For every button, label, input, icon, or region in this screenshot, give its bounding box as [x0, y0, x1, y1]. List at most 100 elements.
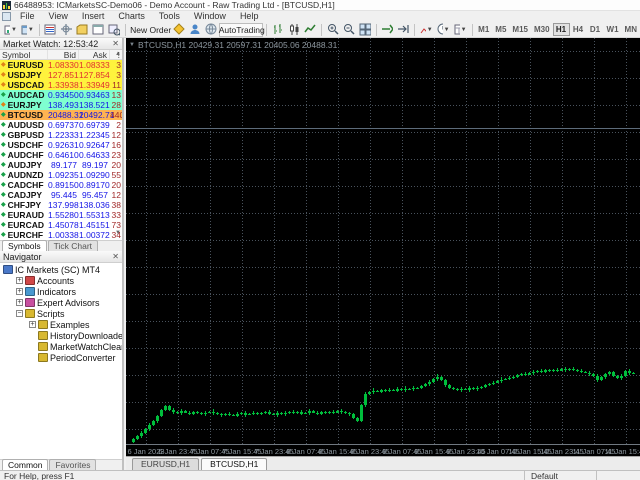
navigator-item-accounts[interactable]: + Accounts — [0, 275, 122, 286]
navigator-item-scripts[interactable]: − Scripts — [0, 308, 122, 319]
chart-shift-button[interactable] — [395, 23, 411, 37]
chart-tab-btcusd[interactable]: BTCUSD,H1 — [201, 458, 268, 470]
timeframe-h4[interactable]: H4 — [570, 23, 587, 36]
timeframe-m5[interactable]: M5 — [492, 23, 509, 36]
tab-symbols[interactable]: Symbols — [2, 240, 47, 251]
chart-tab-eurusd[interactable]: EURUSD,H1 — [132, 458, 200, 470]
menu-charts[interactable]: Charts — [111, 11, 152, 22]
templates-caret-icon[interactable]: ▼ — [461, 27, 467, 33]
market-watch-close-icon[interactable]: ✕ — [112, 39, 119, 48]
line-chart-type-button[interactable] — [302, 23, 318, 37]
data-window-toggle-button[interactable] — [58, 23, 74, 37]
menu-insert[interactable]: Insert — [75, 11, 112, 22]
timeframe-m15[interactable]: M15 — [509, 23, 531, 36]
collapse-icon[interactable]: − — [16, 310, 23, 317]
one-click-trading-icon[interactable]: ▼ — [129, 42, 135, 48]
market-watch-row-usdjpy[interactable]: ◆ USDJPY 127.851 127.854 3 — [0, 70, 122, 80]
chart-plot-area[interactable]: ▼ BTCUSD,H1 20429.31 20597.31 20405.06 2… — [126, 38, 640, 444]
column-bid[interactable]: Bid — [48, 50, 79, 60]
periods-button[interactable]: ▼ — [435, 23, 452, 37]
market-watch-row-chfjpy[interactable]: ◆ CHFJPY 137.998 138.036 38 — [0, 200, 122, 210]
market-watch-row-euraud[interactable]: ◆ EURAUD 1.55280 1.55313 33 — [0, 210, 122, 220]
market-watch-row-eurjpy[interactable]: ◆ EURJPY 138.493 138.521 28 — [0, 100, 122, 110]
symbol-cell: ◆ CADJPY — [1, 190, 43, 200]
bar-chart-type-button[interactable] — [270, 23, 286, 37]
scripts-icon — [25, 309, 35, 318]
profiles-button[interactable]: ▼ — [19, 23, 36, 37]
auto-scroll-button[interactable] — [379, 23, 395, 37]
new-chart-caret-icon[interactable]: ▼ — [11, 27, 17, 33]
market-watch-row-usdchf[interactable]: ◆ USDCHF 0.92631 0.92647 16 — [0, 140, 122, 150]
templates-button[interactable]: ▼ — [452, 23, 469, 37]
market-watch-row-audcad[interactable]: ◆ AUDCAD 0.93450 0.93463 13 — [0, 90, 122, 100]
timeframe-mn[interactable]: MN — [622, 23, 640, 36]
market-watch-row-eurusd[interactable]: ◆ EURUSD 1.08330 1.08333 3 — [0, 60, 122, 70]
menu-tools[interactable]: Tools — [152, 11, 187, 22]
chart-window-icon[interactable] — [2, 12, 11, 21]
market-watch-toggle-button[interactable] — [42, 23, 58, 37]
periods-caret-icon[interactable]: ▼ — [444, 27, 450, 33]
navigator-item-indicators[interactable]: + Indicators — [0, 286, 122, 297]
strategy-tester-toggle-button[interactable] — [106, 23, 122, 37]
navigator-item-marketwatchcleaner[interactable]: MarketWatchCleaner — [0, 341, 122, 352]
market-watch-row-audchf[interactable]: ◆ AUDCHF 0.64610 0.64633 23 — [0, 150, 122, 160]
timeframe-m1[interactable]: M1 — [475, 23, 492, 36]
zoom-in-button[interactable] — [325, 23, 341, 37]
status-profile[interactable]: Default — [524, 471, 596, 480]
market-watch-row-cadjpy[interactable]: ◆ CADJPY 95.445 95.457 12 — [0, 190, 122, 200]
indicators-button[interactable]: ▼ — [418, 23, 435, 37]
navigator-item-examples[interactable]: + Examples — [0, 319, 122, 330]
market-watch-row-audjpy[interactable]: ◆ AUDJPY 89.177 89.197 20 — [0, 160, 122, 170]
expand-icon[interactable]: + — [16, 277, 23, 284]
market-watch-row-audusd[interactable]: ◆ AUDUSD 0.69737 0.69739 2 — [0, 120, 122, 130]
autotrading-button[interactable]: AutoTrading — [219, 22, 265, 37]
menu-view[interactable]: View — [42, 11, 75, 22]
timeframe-d1[interactable]: D1 — [587, 23, 604, 36]
navigator-toggle-button[interactable] — [74, 23, 90, 37]
candle-body — [472, 388, 475, 389]
candle-body — [176, 412, 179, 413]
chart-time-axis[interactable]: 6 Jan 2023 6 Jan 23:45 7 Jan 07:45 7 Jan 15… — [126, 444, 640, 456]
new-order-button[interactable]: New Order — [129, 23, 171, 37]
candle-body — [232, 415, 235, 416]
menu-file[interactable]: File — [13, 11, 42, 22]
navigator-close-icon[interactable]: ✕ — [112, 252, 119, 261]
navigator-item-expert-advisors[interactable]: + Expert Advisors — [0, 297, 122, 308]
scroll-down-icon[interactable]: ▼ — [115, 230, 121, 236]
scroll-up-icon[interactable]: ▲ — [115, 51, 121, 57]
timeframe-m30[interactable]: M30 — [531, 23, 553, 36]
menu-window[interactable]: Window — [187, 11, 233, 22]
column-ask[interactable]: Ask — [79, 50, 110, 60]
profiles-caret-icon[interactable]: ▼ — [28, 27, 34, 33]
market-watch-row-btcusd[interactable]: ◆ BTCUSD 20488.31 20492.71 440 — [0, 110, 122, 120]
menu-help[interactable]: Help — [233, 11, 266, 22]
market-watch-row-gbpusd[interactable]: ◆ GBPUSD 1.22333 1.22345 12 — [0, 130, 122, 140]
market-watch-row-eurchf[interactable]: ◆ EURCHF 1.00338 1.00372 34 — [0, 230, 122, 240]
zoom-out-button[interactable] — [341, 23, 357, 37]
expand-icon[interactable]: + — [16, 288, 23, 295]
indicators-caret-icon[interactable]: ▼ — [427, 27, 433, 33]
market-watch-row-cadchf[interactable]: ◆ CADCHF 0.89150 0.89170 20 — [0, 180, 122, 190]
market-watch-row-audnzd[interactable]: ◆ AUDNZD 1.09235 1.09290 55 — [0, 170, 122, 180]
candlestick-type-button[interactable] — [286, 23, 302, 37]
community-icon[interactable] — [187, 23, 203, 37]
tab-common[interactable]: Common — [2, 459, 49, 470]
market-watch-row-eurcad[interactable]: ◆ EURCAD 1.45078 1.45151 73 — [0, 220, 122, 230]
column-symbol[interactable]: Symbol — [0, 50, 48, 60]
navigator-item-historydownloader[interactable]: HistoryDownloader — [0, 330, 122, 341]
mql5-icon[interactable] — [171, 23, 187, 37]
timeframe-w1[interactable]: W1 — [604, 23, 622, 36]
timeframe-h1[interactable]: H1 — [552, 23, 570, 36]
tile-windows-button[interactable] — [357, 23, 373, 37]
navigator-item-periodconverter[interactable]: PeriodConverter — [0, 352, 122, 363]
tab-favorites[interactable]: Favorites — [49, 459, 97, 470]
tab-tick-chart[interactable]: Tick Chart — [47, 240, 99, 251]
horizontal-price-line[interactable] — [126, 128, 640, 129]
market-watch-row-usdcad[interactable]: ◆ USDCAD 1.33938 1.33949 11 — [0, 80, 122, 90]
new-chart-button[interactable]: ▼ — [2, 23, 19, 37]
candle-body — [528, 373, 531, 375]
terminal-toggle-button[interactable] — [90, 23, 106, 37]
expand-icon[interactable]: + — [29, 321, 36, 328]
expand-icon[interactable]: + — [16, 299, 23, 306]
navigator-item-ic-markets-sc-mt4[interactable]: IC Markets (SC) MT4 — [0, 264, 122, 275]
